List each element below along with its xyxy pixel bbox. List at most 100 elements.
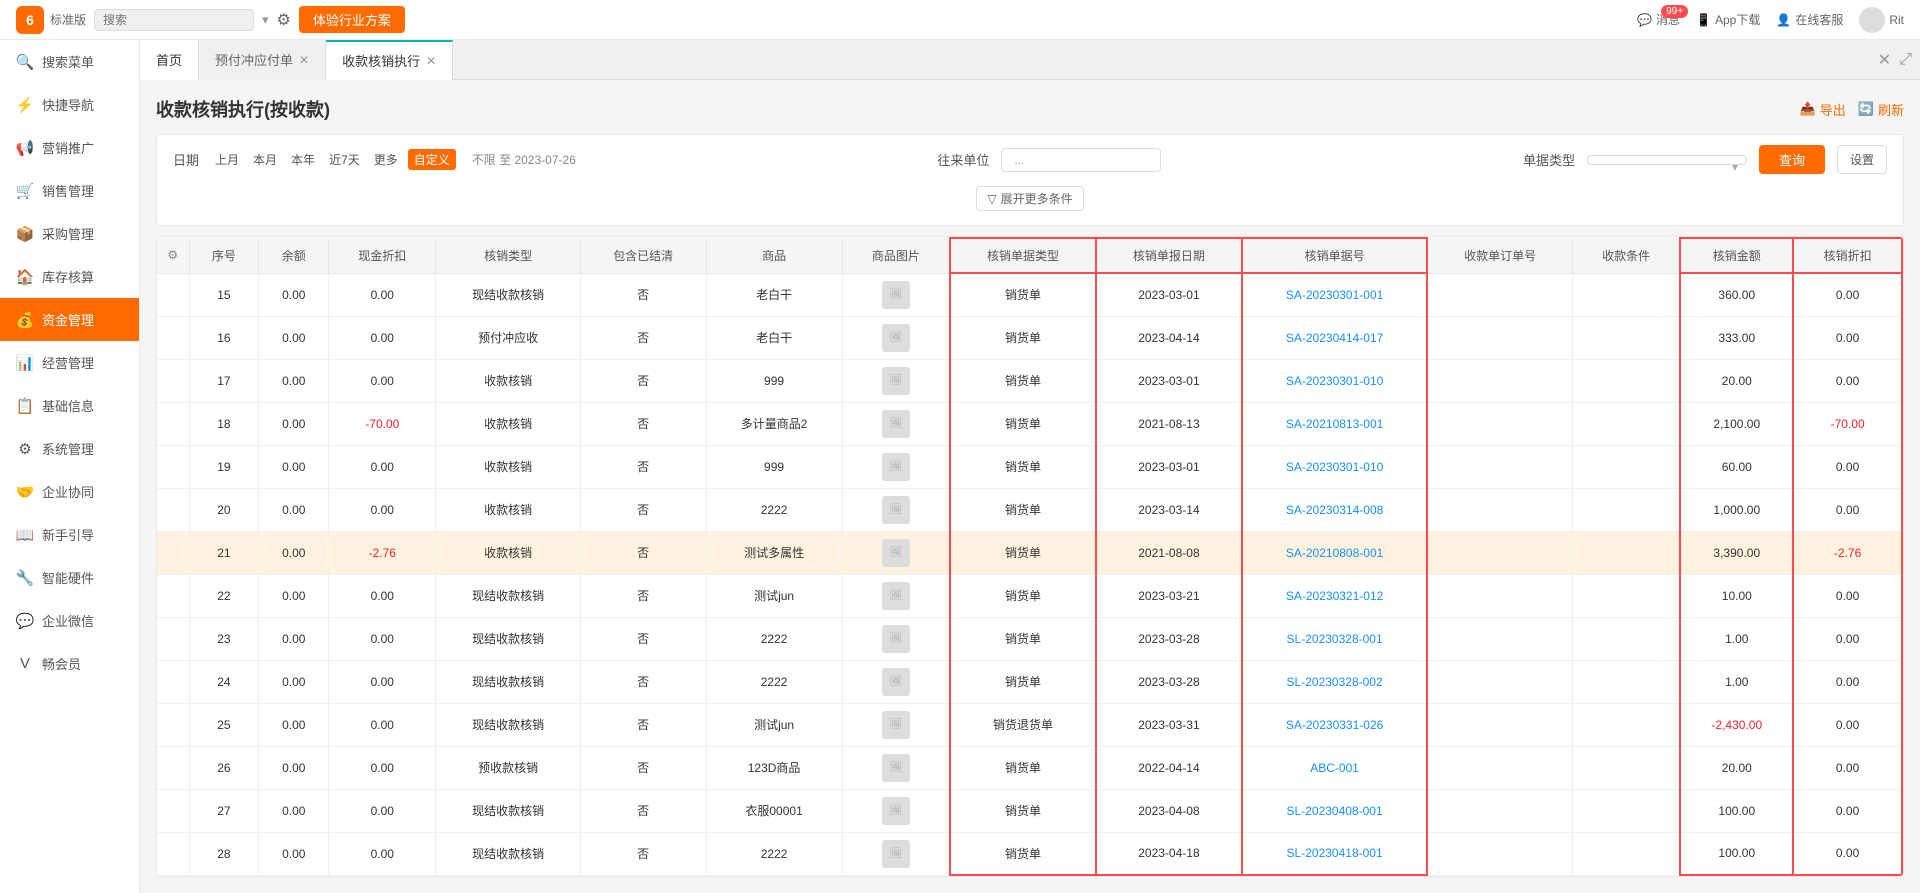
cell-bill-no[interactable]: SA-20230314-008 xyxy=(1242,488,1427,531)
gear-icon[interactable]: ⚙ xyxy=(277,10,291,30)
sidebar-item-member[interactable]: V 畅会员 xyxy=(0,642,139,685)
bill-no-link[interactable]: SL-20230418-001 xyxy=(1287,846,1383,860)
cell-goods: 2222 xyxy=(706,617,842,660)
date-range: 不限 至 2023-07-26 xyxy=(472,151,576,168)
cell-goods: 2222 xyxy=(706,488,842,531)
bill-no-link[interactable]: SA-20230301-001 xyxy=(1286,288,1383,302)
cell-writeoff-discount: 0.00 xyxy=(1793,746,1902,789)
close-icon[interactable]: ✕ xyxy=(299,53,309,67)
bill-no-link[interactable]: SA-20230321-012 xyxy=(1286,589,1383,603)
cell-bill-no[interactable]: SL-20230418-001 xyxy=(1242,832,1427,875)
last-7days-btn[interactable]: 近7天 xyxy=(325,149,364,170)
cell-bill-no[interactable]: ABC-001 xyxy=(1242,746,1427,789)
cell-no: 18 xyxy=(189,402,259,445)
setting-button[interactable]: 设置 xyxy=(1837,145,1887,174)
sidebar-item-sales[interactable]: 🛒 销售管理 xyxy=(0,169,139,212)
sidebar-item-purchase[interactable]: 📦 采购管理 xyxy=(0,212,139,255)
bill-no-link[interactable]: SL-20230408-001 xyxy=(1287,804,1383,818)
bill-no-link[interactable]: ABC-001 xyxy=(1310,761,1359,775)
cell-no: 22 xyxy=(189,574,259,617)
sidebar-item-inventory[interactable]: 🏠 库存核算 xyxy=(0,255,139,298)
bill-no-link[interactable]: SL-20230328-001 xyxy=(1287,632,1383,646)
table-container[interactable]: ⚙ 序号 余额 现金折扣 核销类型 包含已结清 商品 商品图片 核销单据类型 核… xyxy=(156,236,1904,877)
cell-bill-no[interactable]: SA-20230301-010 xyxy=(1242,359,1427,402)
sidebar-item-basic[interactable]: 📋 基础信息 xyxy=(0,384,139,427)
sidebar-item-marketing[interactable]: 📢 营销推广 xyxy=(0,126,139,169)
sidebar-item-search[interactable]: 🔍 搜索菜单 xyxy=(0,40,139,83)
bill-no-link[interactable]: SA-20230314-008 xyxy=(1286,503,1383,517)
table-row: 27 0.00 0.00 现结收款核销 否 衣服00001 🖼 销货单 2023… xyxy=(157,789,1902,832)
cell-bill-no[interactable]: SL-20230328-001 xyxy=(1242,617,1427,660)
cell-writeoff-amount: 1.00 xyxy=(1680,660,1793,703)
sidebar-item-enterprise[interactable]: 🤝 企业协同 xyxy=(0,470,139,513)
chevron-down-icon[interactable]: ▾ xyxy=(262,12,269,28)
sidebar-item-hardware[interactable]: 🔧 智能硬件 xyxy=(0,556,139,599)
cell-bill-no[interactable]: SA-20210813-001 xyxy=(1242,402,1427,445)
sidebar-item-system[interactable]: ⚙ 系统管理 xyxy=(0,427,139,470)
bill-no-link[interactable]: SA-20230331-026 xyxy=(1286,718,1383,732)
bill-no-link[interactable]: SL-20230328-002 xyxy=(1287,675,1383,689)
bill-no-link[interactable]: SA-20210808-001 xyxy=(1286,546,1383,560)
custom-btn[interactable]: 自定义 xyxy=(408,149,456,170)
cell-bill-no[interactable]: SA-20210808-001 xyxy=(1242,531,1427,574)
bill-no-link[interactable]: SA-20230414-017 xyxy=(1286,331,1383,345)
search-input[interactable] xyxy=(94,9,254,31)
last-month-btn[interactable]: 上月 xyxy=(211,149,243,170)
cell-bill-no[interactable]: SL-20230408-001 xyxy=(1242,789,1427,832)
cell-receipt-condition xyxy=(1572,273,1680,316)
table-row: 20 0.00 0.00 收款核销 否 2222 🖼 销货单 2023-03-1… xyxy=(157,488,1902,531)
bill-type-select[interactable]: ▾ xyxy=(1587,155,1747,165)
close-icon[interactable]: ✕ xyxy=(426,54,436,68)
this-month-btn[interactable]: 本月 xyxy=(249,149,281,170)
sidebar-label-operation: 经营管理 xyxy=(42,353,94,372)
user-item[interactable]: Rit xyxy=(1859,7,1904,33)
cell-receipt-condition xyxy=(1572,789,1680,832)
export-button[interactable]: 📤 导出 xyxy=(1800,100,1846,119)
cell-bill-no[interactable]: SA-20230301-001 xyxy=(1242,273,1427,316)
cell-balance: 0.00 xyxy=(259,531,329,574)
sidebar-item-finance[interactable]: 💰 资金管理 xyxy=(0,298,139,341)
cell-receipt-order-no xyxy=(1427,402,1572,445)
chevron-down-icon: ▾ xyxy=(1732,160,1738,174)
settings-icon[interactable]: ⚙ xyxy=(167,248,178,262)
cell-goods: 多计量商品2 xyxy=(706,402,842,445)
expand-button[interactable]: ▽ 展开更多条件 xyxy=(976,186,1083,211)
from-to-input[interactable]: ... xyxy=(1001,148,1161,172)
th-settings[interactable]: ⚙ xyxy=(157,238,189,273)
this-year-btn[interactable]: 本年 xyxy=(287,149,319,170)
notification-item[interactable]: 💬 消息 99+ xyxy=(1637,11,1680,28)
cell-bill-no[interactable]: SA-20230331-026 xyxy=(1242,703,1427,746)
expand-tab-icon[interactable]: ⤢ xyxy=(1899,51,1912,69)
sidebar-item-wechat[interactable]: 💬 企业微信 xyxy=(0,599,139,642)
tab-home[interactable]: 首页 xyxy=(140,40,199,80)
sidebar-item-guide[interactable]: 📖 新手引导 xyxy=(0,513,139,556)
cell-settled: 否 xyxy=(580,316,706,359)
cell-settled: 否 xyxy=(580,789,706,832)
bill-no-link[interactable]: SA-20210813-001 xyxy=(1286,417,1383,431)
th-goods-img: 商品图片 xyxy=(842,238,950,273)
sidebar-item-operation[interactable]: 📊 经营管理 xyxy=(0,341,139,384)
close-tab-icon[interactable]: ✕ xyxy=(1878,50,1891,70)
bill-no-link[interactable]: SA-20230301-010 xyxy=(1286,374,1383,388)
message-icon: 💬 xyxy=(1637,13,1652,27)
top-bar-left: 6 标准版 ▾ ⚙ 体验行业方案 xyxy=(16,6,1637,34)
sidebar-item-quicknav[interactable]: ⚡ 快捷导航 xyxy=(0,83,139,126)
tab-prepay[interactable]: 预付冲应付单 ✕ xyxy=(199,40,326,80)
cell-receipt-order-no xyxy=(1427,746,1572,789)
industry-button[interactable]: 体验行业方案 xyxy=(299,6,405,33)
cell-bill-no[interactable]: SA-20230321-012 xyxy=(1242,574,1427,617)
service-icon: 👤 xyxy=(1776,13,1791,27)
tab-writeoff[interactable]: 收款核销执行 ✕ xyxy=(326,40,453,80)
more-btn[interactable]: 更多 xyxy=(370,149,402,170)
refresh-button[interactable]: 🔄 刷新 xyxy=(1858,100,1904,119)
online-service-item[interactable]: 👤 在线客服 xyxy=(1776,11,1843,28)
cell-cash-discount: 0.00 xyxy=(329,574,436,617)
cell-bill-no[interactable]: SL-20230328-002 xyxy=(1242,660,1427,703)
cell-bill-no[interactable]: SA-20230414-017 xyxy=(1242,316,1427,359)
app-download-item[interactable]: 📱 App下载 xyxy=(1696,11,1760,28)
cell-bill-no[interactable]: SA-20230301-010 xyxy=(1242,445,1427,488)
query-button[interactable]: 查询 xyxy=(1759,145,1825,174)
cell-writeoff-amount: 360.00 xyxy=(1680,273,1793,316)
cell-goods-img: 🖼 xyxy=(842,402,950,445)
bill-no-link[interactable]: SA-20230301-010 xyxy=(1286,460,1383,474)
